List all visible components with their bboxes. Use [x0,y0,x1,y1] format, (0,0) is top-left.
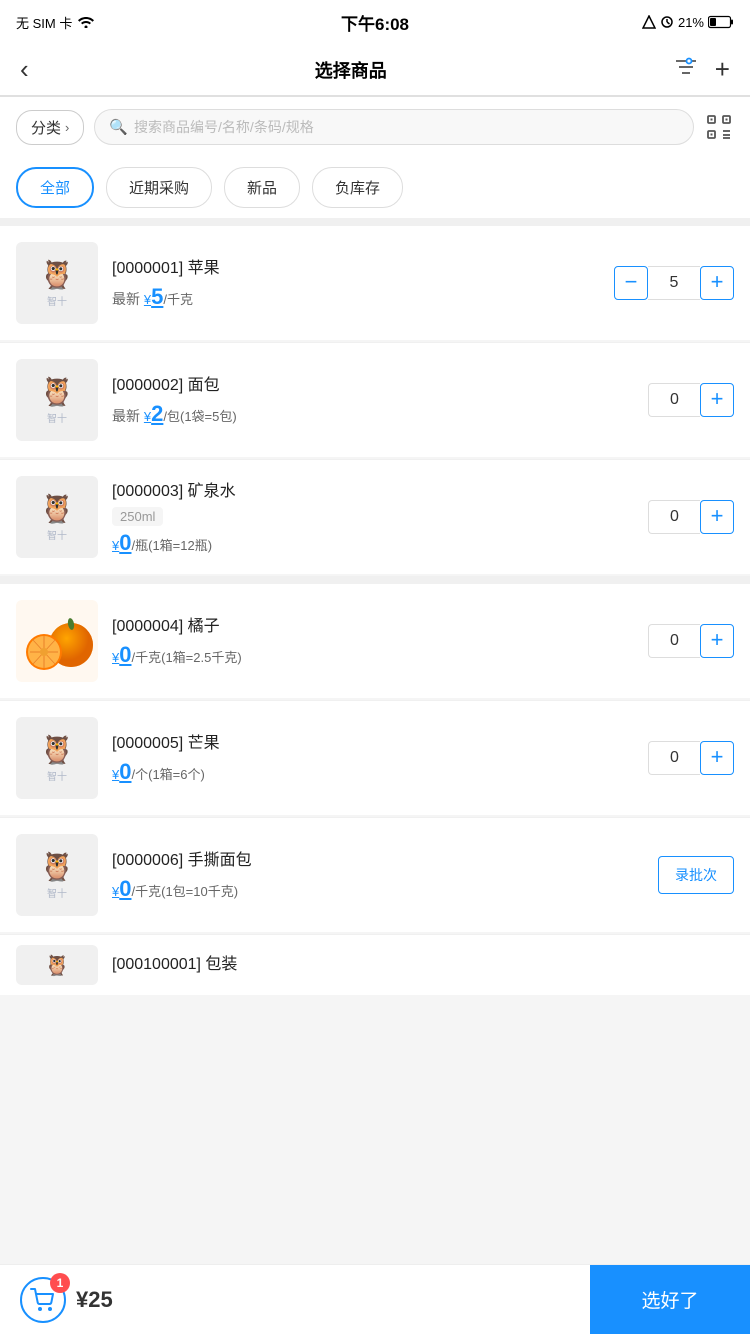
product-info: [000100001] 包装 [112,950,734,980]
cart-total: ¥25 [76,1287,113,1313]
quantity-control: + [648,741,734,775]
orange-image [16,600,98,682]
status-left: 无 SIM 卡 [16,13,94,32]
increase-button[interactable]: + [700,266,734,300]
product-name: [0000001] 苹果 [112,254,600,278]
quantity-input[interactable] [648,624,700,658]
search-placeholder: 搜索商品编号/名称/条码/规格 [134,117,314,137]
product-spec: 250ml [112,507,163,526]
search-icon: 🔍 [109,118,128,136]
filter-bar: 分类 › 🔍 搜索商品编号/名称/条码/规格 [0,97,750,157]
product-info: [0000004] 橘子 ¥0/千克(1箱=2.5千克) [112,612,634,670]
product-thumbnail: 🦉 智十 [16,476,98,558]
location-icon [642,15,656,29]
list-item: 🦉 智十 [0000002] 面包 最新 ¥2/包(1袋=5包) + [0,343,750,457]
tab-negative[interactable]: 负库存 [312,167,403,208]
product-info: [0000006] 手撕面包 ¥0/千克(1包=10千克) [112,846,644,904]
quantity-input[interactable] [648,266,700,300]
back-button[interactable]: ‹ [20,54,29,85]
status-bar: 无 SIM 卡 下午6:08 21% [0,0,750,44]
product-price: ¥0/千克(1包=10千克) [112,876,644,902]
quantity-control: + [648,500,734,534]
cart-badge: 1 [50,1273,70,1293]
battery-text: 21% [678,15,704,30]
list-item: [0000004] 橘子 ¥0/千克(1箱=2.5千克) + [0,584,750,698]
alarm-icon [660,15,674,29]
product-name: [0000003] 矿泉水 [112,477,634,501]
product-thumbnail: 🦉 智十 [16,834,98,916]
product-price: ¥0/千克(1箱=2.5千克) [112,642,634,668]
product-info: [0000003] 矿泉水 250ml ¥0/瓶(1箱=12瓶) [112,477,634,558]
batch-button[interactable]: 录批次 [658,856,734,894]
product-thumbnail [16,600,98,682]
tab-new[interactable]: 新品 [224,167,300,208]
tab-bar: 全部 近期采购 新品 负库存 [0,157,750,218]
increase-button[interactable]: + [700,624,734,658]
product-info: [0000005] 芒果 ¥0/个(1箱=6个) [112,729,634,787]
category-chevron-icon: › [65,120,69,135]
product-name: [0000002] 面包 [112,371,634,395]
product-thumbnail: 🦉 [16,945,98,985]
product-name: [0000005] 芒果 [112,729,634,753]
quantity-input[interactable] [648,500,700,534]
battery-icon [708,15,734,29]
scan-button[interactable] [704,112,734,142]
tab-all[interactable]: 全部 [16,167,94,208]
list-item: 🦉 [000100001] 包装 [0,935,750,995]
decrease-button[interactable]: − [614,266,648,300]
product-price: ¥0/个(1箱=6个) [112,759,634,785]
list-item: 🦉 智十 [0000001] 苹果 最新 ¥5/千克 − + [0,226,750,340]
increase-button[interactable]: + [700,383,734,417]
product-info: [0000002] 面包 最新 ¥2/包(1袋=5包) [112,371,634,429]
category-label: 分类 [31,117,61,138]
add-button[interactable]: + [715,54,730,85]
list-item: 🦉 智十 [0000003] 矿泉水 250ml ¥0/瓶(1箱=12瓶) + [0,460,750,574]
product-thumbnail: 🦉 智十 [16,717,98,799]
carrier-text: 无 SIM 卡 [16,13,72,32]
quantity-control: − + [614,266,734,300]
bottom-bar: 1 ¥25 选好了 [0,1264,750,1334]
status-right: 21% [642,15,734,30]
product-price: ¥0/瓶(1箱=12瓶) [112,530,634,556]
confirm-button[interactable]: 选好了 [590,1265,750,1334]
wifi-icon [78,16,94,28]
product-list: 🦉 智十 [0000001] 苹果 最新 ¥5/千克 − + 🦉 智十 [000… [0,226,750,1075]
page-title: 选择商品 [315,57,387,83]
product-thumbnail: 🦉 智十 [16,242,98,324]
product-price: 最新 ¥2/包(1袋=5包) [112,401,634,427]
quantity-input[interactable] [648,383,700,417]
list-item: 🦉 智十 [0000005] 芒果 ¥0/个(1箱=6个) + [0,701,750,815]
quantity-control: + [648,624,734,658]
shopping-cart-icon [30,1288,56,1312]
cart-icon[interactable]: 1 [20,1277,66,1323]
nav-bar: ‹ 选择商品 + [0,44,750,96]
category-button[interactable]: 分类 › [16,110,84,145]
product-name: [000100001] 包装 [112,950,734,974]
increase-button[interactable]: + [700,741,734,775]
tab-recent[interactable]: 近期采购 [106,167,212,208]
product-price: 最新 ¥5/千克 [112,284,600,310]
search-bar[interactable]: 🔍 搜索商品编号/名称/条码/规格 [94,109,694,145]
product-thumbnail: 🦉 智十 [16,359,98,441]
product-name: [0000004] 橘子 [112,612,634,636]
product-name: [0000006] 手撕面包 [112,846,644,870]
status-time: 下午6:08 [341,10,409,35]
filter-icon[interactable] [673,54,699,85]
increase-button[interactable]: + [700,500,734,534]
quantity-control: + [648,383,734,417]
cart-section: 1 ¥25 [0,1277,133,1323]
product-info: [0000001] 苹果 最新 ¥5/千克 [112,254,600,312]
quantity-input[interactable] [648,741,700,775]
list-item: 🦉 智十 [0000006] 手撕面包 ¥0/千克(1包=10千克) 录批次 [0,818,750,932]
